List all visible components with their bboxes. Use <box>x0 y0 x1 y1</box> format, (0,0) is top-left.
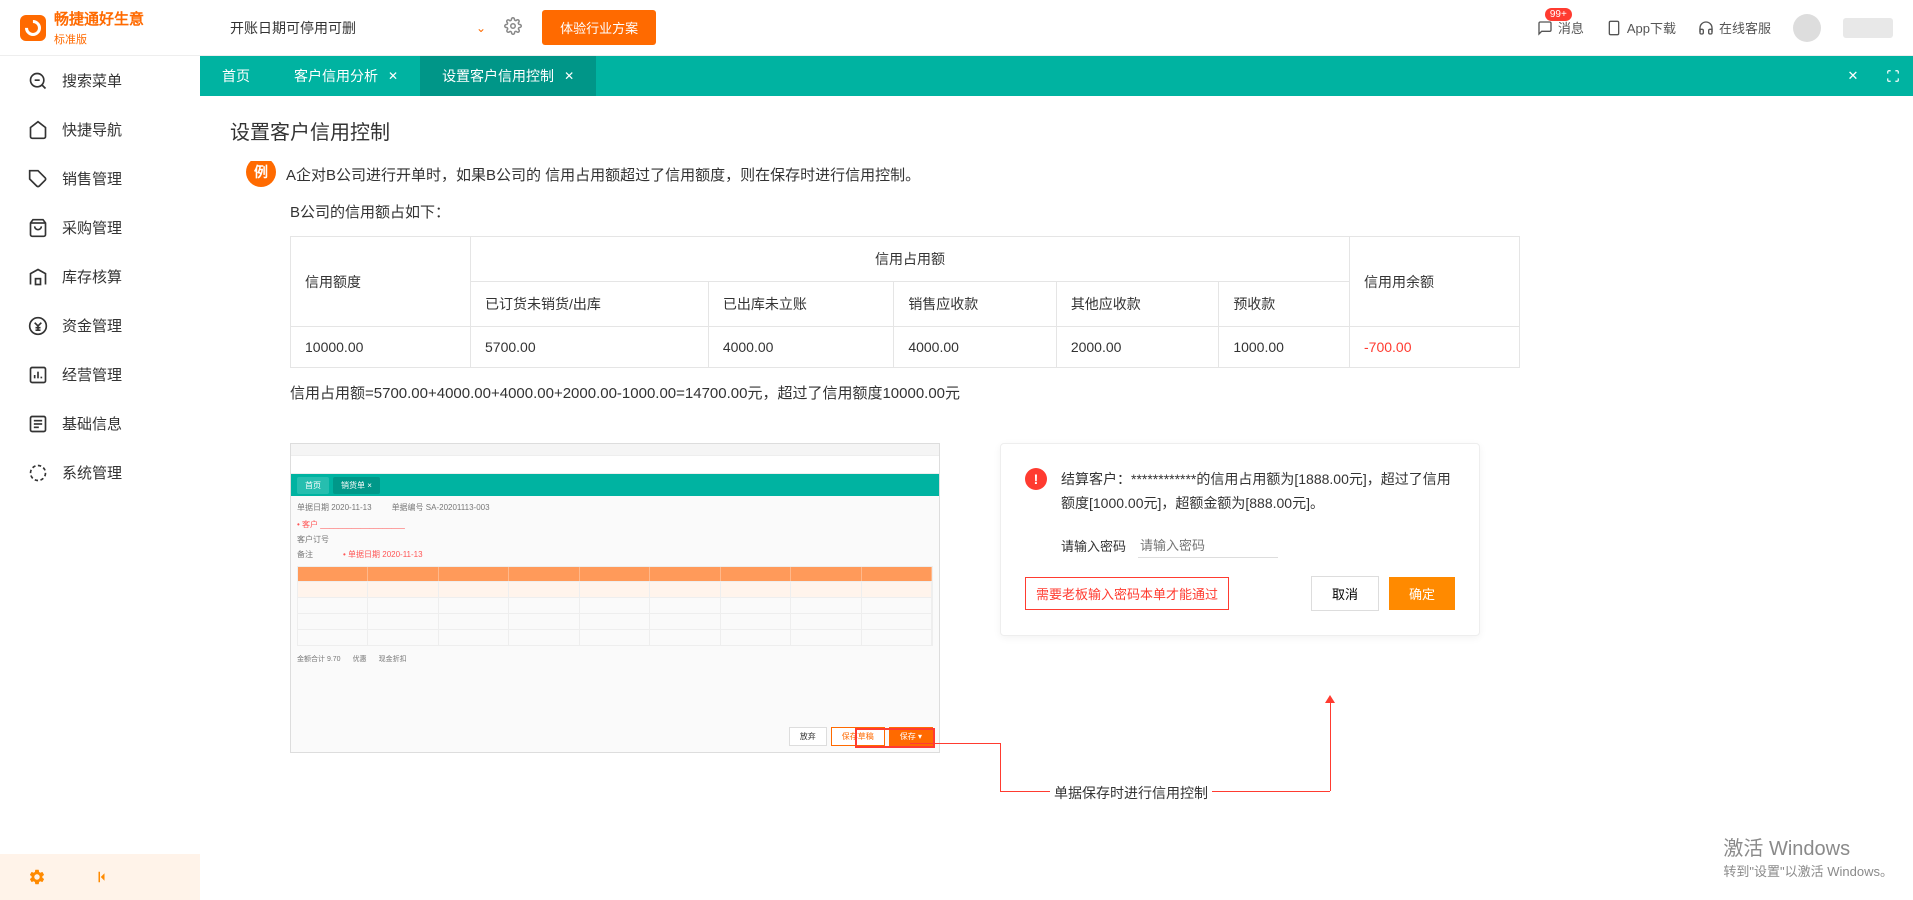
system-icon <box>28 463 48 483</box>
chevron-down-icon: ⌄ <box>476 21 486 35</box>
example-text: A企对B公司进行开单时，如果B公司的 信用占用额超过了信用额度，则在保存时进行信… <box>286 164 920 185</box>
illustration-row: 首页销货单 × 单据日期 2020-11-13单据编号 SA-20201113-… <box>290 443 1883 753</box>
dropdown-label: 开账日期可停用可删 <box>230 18 356 38</box>
illustration-screenshot: 首页销货单 × 单据日期 2020-11-13单据编号 SA-20201113-… <box>290 443 940 753</box>
account-period-dropdown[interactable]: 开账日期可停用可删 ⌄ <box>230 18 486 38</box>
report-icon <box>28 365 48 385</box>
sidebar-footer <box>0 854 200 900</box>
tabs-bar: 首页 客户信用分析✕ 设置客户信用控制✕ ✕ <box>200 56 1913 96</box>
page-title: 设置客户信用控制 <box>200 96 1913 161</box>
search-icon <box>28 71 48 91</box>
th-prepay: 预收款 <box>1219 282 1350 327</box>
warning-icon: ! <box>1025 468 1047 490</box>
tab-credit-analysis[interactable]: 客户信用分析✕ <box>272 56 420 96</box>
th-sales-recv: 销售应收款 <box>894 282 1057 327</box>
sidebar-item-funds[interactable]: 资金管理 <box>0 301 200 350</box>
message-icon <box>1537 20 1553 36</box>
example-subtitle: B公司的信用额占如下： <box>290 201 1883 222</box>
sidebar-item-business[interactable]: 经营管理 <box>0 350 200 399</box>
headset-icon <box>1698 20 1714 36</box>
collapse-icon[interactable] <box>94 868 112 886</box>
bag-icon <box>28 218 48 238</box>
password-label: 请输入密码 <box>1061 536 1126 555</box>
close-all-icon[interactable]: ✕ <box>1833 68 1873 84</box>
logo[interactable]: 畅捷通好生意 标准版 <box>20 8 200 47</box>
tab-credit-control[interactable]: 设置客户信用控制✕ <box>420 56 596 96</box>
home-icon <box>28 120 48 140</box>
mobile-icon <box>1606 20 1622 36</box>
table-row: 10000.00 5700.00 4000.00 4000.00 2000.00… <box>291 327 1520 368</box>
fullscreen-icon[interactable] <box>1873 69 1913 83</box>
messages-badge: 99+ <box>1545 8 1572 21</box>
sidebar-item-sales[interactable]: 销售管理 <box>0 154 200 203</box>
gear-icon[interactable] <box>504 17 522 38</box>
warehouse-icon <box>28 267 48 287</box>
sidebar-item-inventory[interactable]: 库存核算 <box>0 252 200 301</box>
content-area: 首页 客户信用分析✕ 设置客户信用控制✕ ✕ 设置客户信用控制 例 A企对B公司… <box>200 56 1913 900</box>
dialog-message: 结算客户：************的信用占用额为[1888.00元]，超过了信用… <box>1061 468 1455 516</box>
arrow-up-icon <box>1325 695 1335 703</box>
formula-text: 信用占用额=5700.00+4000.00+4000.00+2000.00-10… <box>290 382 1883 403</box>
experience-button[interactable]: 体验行业方案 <box>542 10 656 45</box>
tag-icon <box>28 169 48 189</box>
confirm-button[interactable]: 确定 <box>1389 577 1455 610</box>
tab-home[interactable]: 首页 <box>200 56 272 96</box>
example-badge: 例 <box>246 161 276 187</box>
th-out-unbilled: 已出库未立账 <box>708 282 893 327</box>
sidebar-item-system[interactable]: 系统管理 <box>0 448 200 497</box>
password-note: 需要老板输入密码本单才能通过 <box>1025 577 1229 610</box>
sidebar-item-basic[interactable]: 基础信息 <box>0 399 200 448</box>
password-input[interactable] <box>1138 534 1278 558</box>
avatar[interactable] <box>1793 14 1821 42</box>
list-icon <box>28 414 48 434</box>
connector-caption: 单据保存时进行信用控制 <box>1050 783 1212 803</box>
sidebar-item-purchase[interactable]: 采购管理 <box>0 203 200 252</box>
close-icon[interactable]: ✕ <box>564 69 574 83</box>
logo-text: 畅捷通好生意 <box>54 8 144 29</box>
th-credit-used: 信用占用额 <box>471 237 1350 282</box>
th-credit-limit: 信用额度 <box>291 237 471 327</box>
credit-table: 信用额度 信用占用额 信用用余额 已订货未销货/出库 已出库未立账 销售应收款 … <box>290 236 1520 368</box>
messages-link[interactable]: 99+ 消息 <box>1537 18 1584 37</box>
connector-line <box>1000 743 1001 791</box>
connector-line <box>1330 703 1331 791</box>
top-header: 畅捷通好生意 标准版 开账日期可停用可删 ⌄ 体验行业方案 99+ 消息 App… <box>0 0 1913 56</box>
app-download-link[interactable]: App下载 <box>1606 18 1676 37</box>
connector-line <box>910 743 1000 744</box>
credit-warning-dialog: ! 结算客户：************的信用占用额为[1888.00元]，超过了… <box>1000 443 1480 636</box>
close-icon[interactable]: ✕ <box>388 69 398 83</box>
cancel-button[interactable]: 取消 <box>1311 576 1379 611</box>
th-other-recv: 其他应收款 <box>1056 282 1219 327</box>
sidebar-item-search[interactable]: 搜索菜单 <box>0 56 200 105</box>
logo-sub: 标准版 <box>54 31 144 47</box>
settings-gear-icon[interactable] <box>28 868 46 886</box>
logo-icon <box>20 15 46 41</box>
scroll-area[interactable]: 例 A企对B公司进行开单时，如果B公司的 信用占用额超过了信用额度，则在保存时进… <box>200 161 1913 900</box>
user-menu[interactable] <box>1843 18 1893 38</box>
sidebar-item-quicknav[interactable]: 快捷导航 <box>0 105 200 154</box>
th-ordered: 已订货未销货/出库 <box>471 282 709 327</box>
sidebar: 搜索菜单 快捷导航 销售管理 采购管理 库存核算 资金管理 <box>0 56 200 900</box>
th-balance: 信用用余额 <box>1350 237 1520 327</box>
support-link[interactable]: 在线客服 <box>1698 18 1771 37</box>
money-icon <box>28 316 48 336</box>
